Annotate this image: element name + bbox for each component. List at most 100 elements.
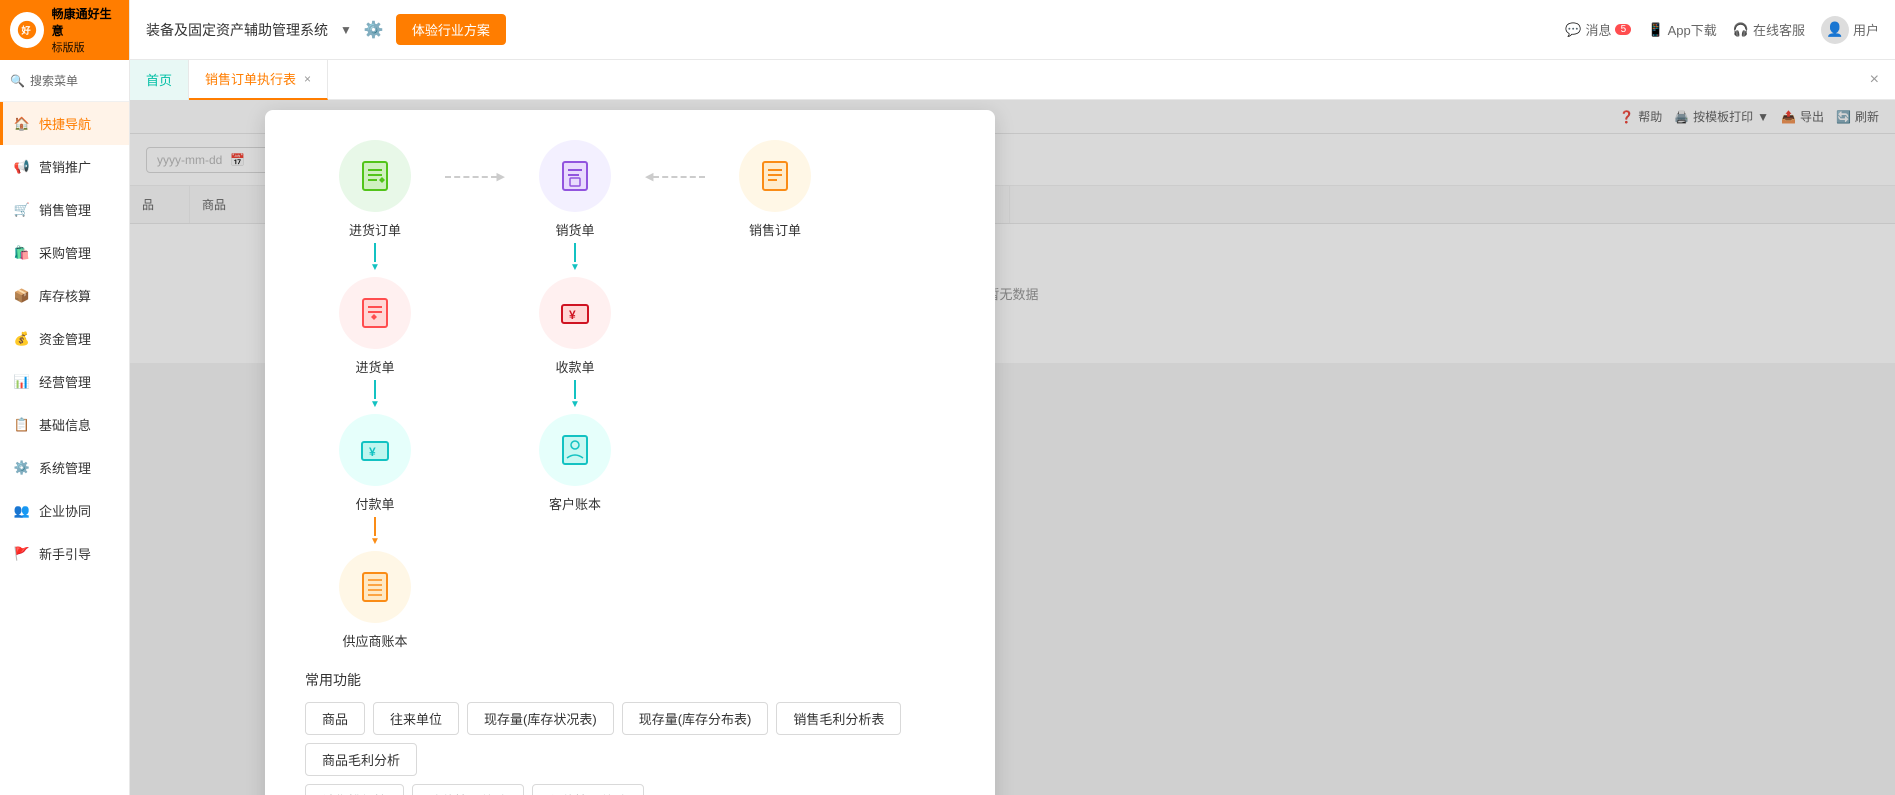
customer-account-node[interactable]: 客户账本 — [505, 414, 645, 513]
purchase-doc-node[interactable]: 进货单 — [305, 277, 445, 376]
download-icon: 📱 — [1647, 22, 1663, 38]
arrow-po-to-p: ▼ — [370, 243, 380, 273]
svg-text:好: 好 — [20, 25, 30, 36]
cf-btn-product-profit[interactable]: 商品毛利分析 — [305, 743, 417, 776]
gear-icon: ⚙️ — [13, 459, 31, 477]
customer-account-icon — [539, 414, 611, 486]
arrow-pay-to-sup: ▼ — [370, 517, 380, 547]
purchase-order-node[interactable]: 进货订单 — [305, 140, 445, 239]
sidebar-nav: 🏠 快捷导航 📢 营销推广 🛒 销售管理 🛍️ 采购管理 📦 库存核算 💰 — [0, 102, 129, 795]
cf-btn-sales-profit[interactable]: 销售毛利分析表 — [776, 702, 901, 735]
list-icon: 📋 — [13, 416, 31, 434]
wallet-icon: 💰 — [13, 330, 31, 348]
svg-text:¥: ¥ — [569, 308, 576, 322]
sidebar-item-marketing[interactable]: 📢 营销推广 — [0, 145, 129, 188]
tab-bar-close-btn[interactable]: × — [1854, 71, 1895, 89]
arrow-p-to-pay: ▼ — [370, 380, 380, 410]
payment-label: 付款单 — [355, 494, 394, 513]
experience-btn[interactable]: 体验行业方案 — [396, 14, 506, 45]
cart-icon: 🛒 — [13, 201, 31, 219]
home-icon: 🏠 — [13, 115, 31, 133]
sales-order-right-node[interactable]: 销售订单 — [705, 140, 845, 239]
search-icon: 🔍 — [10, 74, 25, 88]
purchase-doc-label: 进货单 — [355, 357, 394, 376]
payment-node[interactable]: ¥ 付款单 — [305, 414, 445, 513]
cf-btn-contacts[interactable]: 往来单位 — [373, 702, 459, 735]
flag-icon: 🚩 — [13, 545, 31, 563]
bag-icon: 🛍️ — [13, 244, 31, 262]
cf-btn-payment-stats[interactable]: 付款情况统计 — [532, 784, 644, 795]
supplier-account-node[interactable]: 供应商账本 — [305, 551, 445, 650]
users-icon: 👥 — [13, 502, 31, 520]
sidebar-item-cooperation[interactable]: 👥 企业协同 — [0, 489, 129, 532]
sales-doc-label: 销货单 — [555, 220, 594, 239]
purchase-order-icon — [339, 140, 411, 212]
cf-title: 常用功能 — [305, 670, 955, 690]
flow-right-col: 销售订单 — [705, 140, 845, 239]
speaker-icon: 📢 — [13, 158, 31, 176]
chart-icon: 📊 — [13, 373, 31, 391]
logo-text: 畅康通好生意 标版版 — [52, 5, 119, 55]
cf-btn-product[interactable]: 商品 — [305, 702, 365, 735]
sidebar-item-inventory[interactable]: 📦 库存核算 — [0, 274, 129, 317]
online-service-btn[interactable]: 🎧 在线客服 — [1733, 20, 1805, 39]
flow-diagram: 进货订单 ▼ — [305, 140, 955, 650]
main-area: 装备及固定资产辅助管理系统 ▼ ⚙️ 体验行业方案 💬 消息 5 📱 App下载… — [130, 0, 1895, 795]
sidebar-item-purchase[interactable]: 🛍️ 采购管理 — [0, 231, 129, 274]
arrow-r-to-ca: ▼ — [570, 380, 580, 410]
cf-btn-sales-rank[interactable]: 销售排行榜 — [305, 784, 404, 795]
service-icon: 🎧 — [1733, 22, 1749, 38]
sidebar-item-beginner[interactable]: 🚩 新手引导 — [0, 532, 129, 575]
user-area[interactable]: 👤 用户 — [1821, 16, 1879, 44]
payment-icon: ¥ — [339, 414, 411, 486]
receipt-node[interactable]: ¥ 收款单 — [505, 277, 645, 376]
message-icon: 💬 — [1565, 22, 1581, 38]
cf-buttons-row1: 商品 往来单位 现存量(库存状况表) 现存量(库存分布表) 销售毛利分析表 商品… — [305, 702, 955, 776]
tab-close-icon[interactable]: × — [304, 72, 311, 86]
flow-mid-col: 销货单 ▼ — [505, 140, 645, 513]
top-bar-right: 💬 消息 5 📱 App下载 🎧 在线客服 👤 用户 — [1565, 16, 1879, 44]
cf-btn-stock-dist[interactable]: 现存量(库存分布表) — [622, 702, 769, 735]
sidebar-item-basic-info[interactable]: 📋 基础信息 — [0, 403, 129, 446]
user-avatar: 👤 — [1821, 16, 1849, 44]
sales-doc-icon — [539, 140, 611, 212]
h-arrow-1: ▶ — [445, 140, 505, 183]
sales-doc-node[interactable]: 销货单 — [505, 140, 645, 239]
svg-text:¥: ¥ — [369, 445, 376, 459]
purchase-order-label: 进货订单 — [349, 220, 401, 239]
settings-gear-icon[interactable]: ⚙️ — [364, 20, 384, 40]
purchase-doc-icon — [339, 277, 411, 349]
arrow-sd-to-r: ▼ — [570, 243, 580, 273]
receipt-icon: ¥ — [539, 277, 611, 349]
message-btn[interactable]: 💬 消息 5 — [1565, 20, 1631, 39]
page-content: ❓ 帮助 🖨️ 按模板打印 ▼ 📤 导出 🔄 刷新 — [130, 100, 1895, 795]
tab-sales-order[interactable]: 销售订单执行表 × — [189, 60, 328, 100]
supplier-account-icon — [339, 551, 411, 623]
sidebar-search-area[interactable]: 🔍 搜索菜单 — [0, 60, 129, 102]
common-functions: 常用功能 商品 往来单位 现存量(库存状况表) 现存量(库存分布表) 销售毛利分… — [305, 670, 955, 795]
box-icon: 📦 — [13, 287, 31, 305]
system-title: 装备及固定资产辅助管理系统 — [146, 20, 328, 40]
flow-left-col: 进货订单 ▼ — [305, 140, 445, 650]
sales-order-right-label: 销售订单 — [749, 220, 801, 239]
popup-content: 进货订单 ▼ — [265, 110, 995, 795]
sales-order-icon — [739, 140, 811, 212]
sidebar-item-management[interactable]: 📊 经营管理 — [0, 360, 129, 403]
receipt-label: 收款单 — [555, 357, 594, 376]
tab-home[interactable]: 首页 — [130, 60, 189, 100]
cf-buttons-row2: 销售排行榜 收款情况统计 付款情况统计 — [305, 784, 955, 795]
sidebar-item-quick-nav[interactable]: 🏠 快捷导航 — [0, 102, 129, 145]
sidebar-item-sales[interactable]: 🛒 销售管理 — [0, 188, 129, 231]
sidebar-item-finance[interactable]: 💰 资金管理 — [0, 317, 129, 360]
cf-btn-receipt-stats[interactable]: 收款情况统计 — [412, 784, 524, 795]
sidebar-logo: 好 畅康通好生意 标版版 — [0, 0, 129, 60]
app-download-btn[interactable]: 📱 App下载 — [1647, 20, 1716, 39]
search-menu-btn[interactable]: 🔍 搜索菜单 — [10, 68, 119, 93]
system-dropdown[interactable]: ▼ — [340, 23, 352, 37]
popup-box: 进货订单 ▼ — [265, 110, 995, 795]
supplier-account-label: 供应商账本 — [342, 631, 407, 650]
sidebar-item-system[interactable]: ⚙️ 系统管理 — [0, 446, 129, 489]
popup-overlay: 进货订单 ▼ — [130, 100, 1895, 795]
top-bar: 装备及固定资产辅助管理系统 ▼ ⚙️ 体验行业方案 💬 消息 5 📱 App下载… — [130, 0, 1895, 60]
cf-btn-stock-status[interactable]: 现存量(库存状况表) — [467, 702, 614, 735]
